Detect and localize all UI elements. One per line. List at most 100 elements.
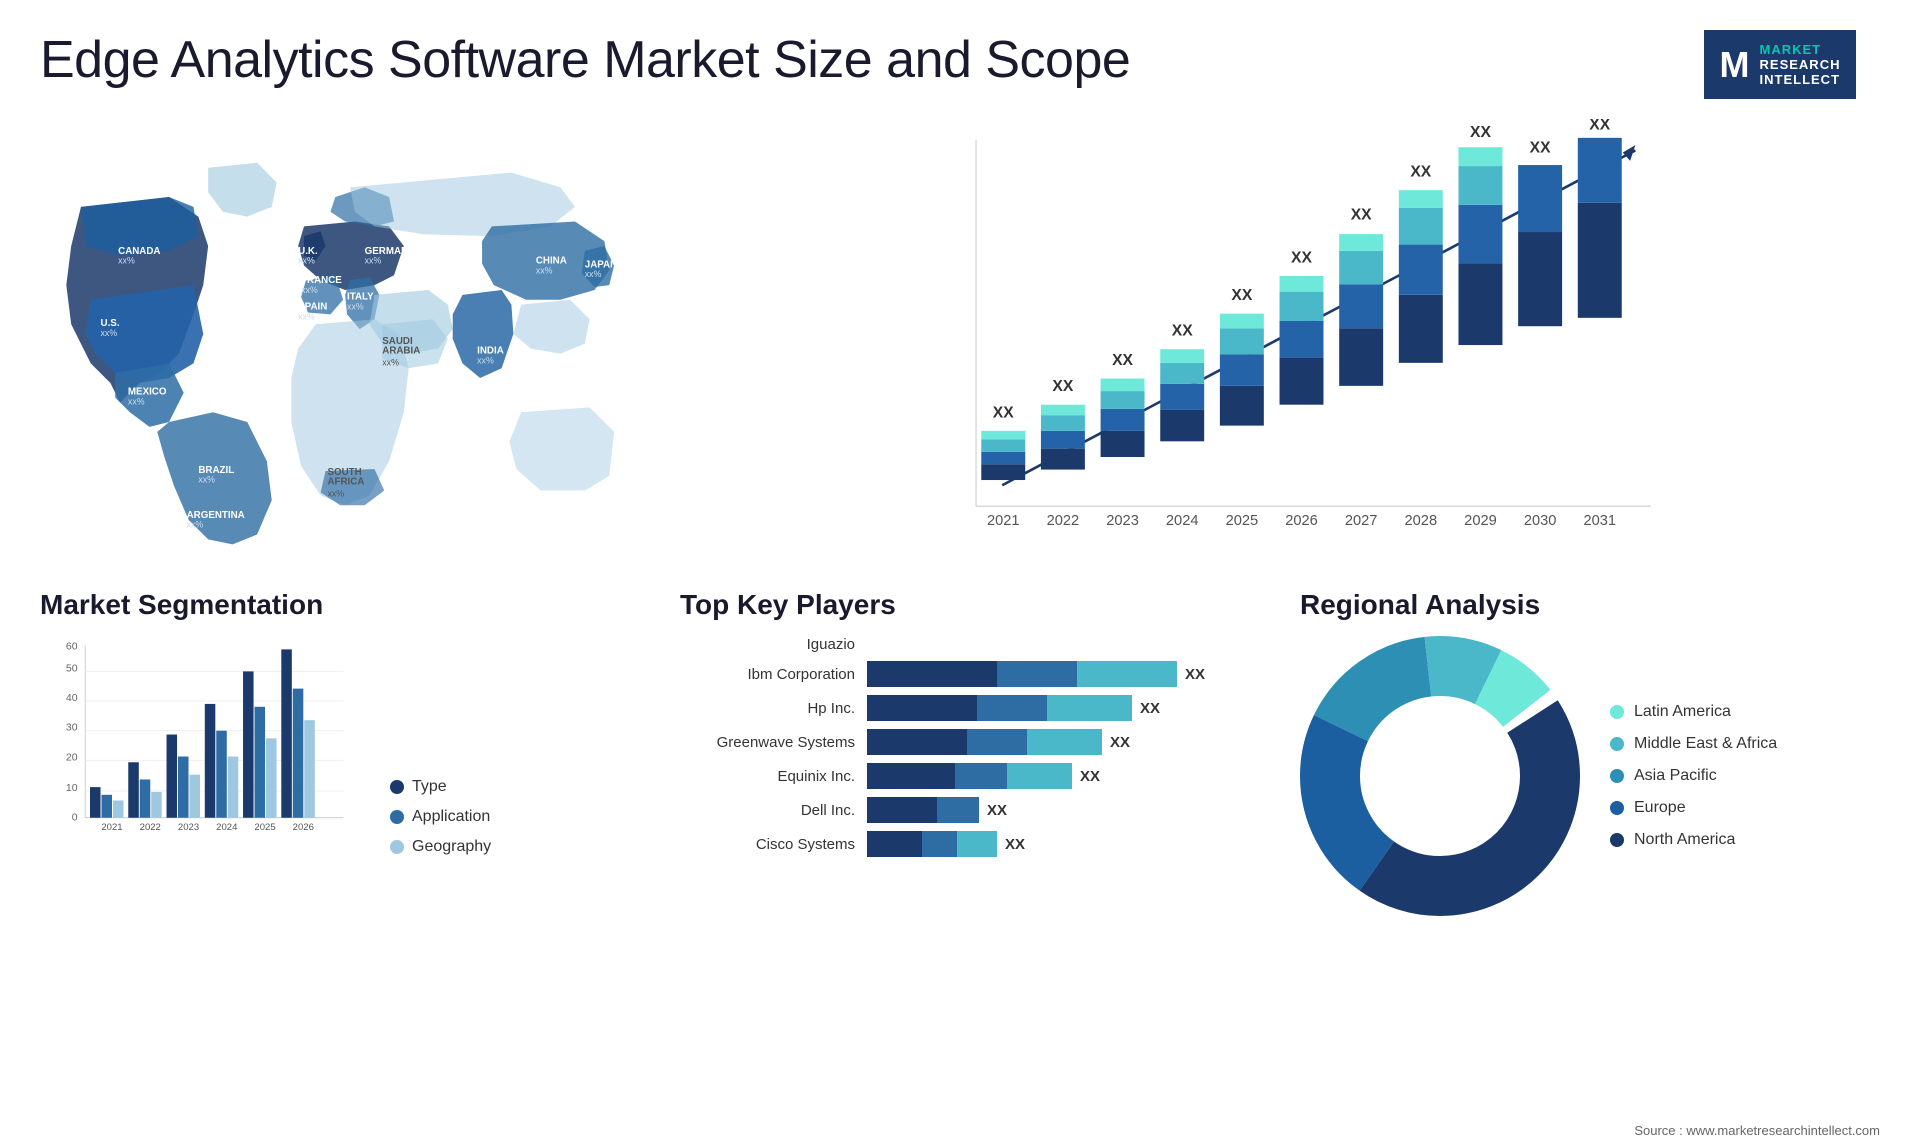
regional-title: Regional Analysis [1300,589,1920,621]
player-bar-cisco: XX [867,831,1025,857]
player-name-cisco: Cisco Systems [680,836,855,853]
svg-text:2026: 2026 [293,822,314,833]
svg-text:2025: 2025 [254,822,275,833]
logo-letter: M [1720,44,1750,86]
legend-north-america: North America [1610,831,1777,849]
svg-text:40: 40 [66,692,78,704]
svg-text:xx%: xx% [101,328,118,338]
svg-text:xx%: xx% [198,475,215,485]
legend-geography: Geography [390,838,491,856]
legend-dot-geo [390,840,404,854]
svg-text:2023: 2023 [178,822,199,833]
player-name-dell: Dell Inc. [680,802,855,819]
legend-latin-america: Latin America [1610,703,1777,721]
svg-text:xx%: xx% [477,355,494,365]
bar-2021-seg1 [981,464,1025,480]
svg-text:XX: XX [1351,206,1372,223]
svg-text:60: 60 [66,640,78,652]
player-row-iguazio: Iguazio [680,636,1260,653]
svg-text:XX: XX [1530,139,1551,156]
svg-text:2028: 2028 [1405,513,1438,529]
svg-text:2022: 2022 [1047,513,1080,529]
player-row-hp: Hp Inc. XX [680,695,1260,721]
svg-text:2025: 2025 [1226,513,1259,529]
legend-label-app: Application [412,808,490,826]
legend-label-geo: Geography [412,838,491,856]
player-row-equinix: Equinix Inc. XX [680,763,1260,789]
svg-text:2024: 2024 [1166,513,1199,529]
donut-area: Latin America Middle East & Africa Asia … [1300,636,1920,916]
svg-text:2031: 2031 [1583,513,1616,529]
player-row-cisco: Cisco Systems XX [680,831,1260,857]
seg-chart-area: 0 10 20 30 40 50 60 [40,636,640,856]
svg-text:10: 10 [66,782,78,794]
svg-text:XX: XX [1470,124,1491,141]
svg-text:xx%: xx% [327,488,344,498]
seg-legend: Type Application Geography [390,778,491,856]
legend-europe-label: Europe [1634,799,1686,817]
header: Edge Analytics Software Market Size and … [0,0,1920,109]
player-row-ibm: Ibm Corporation XX [680,661,1260,687]
svg-text:2021: 2021 [101,822,122,833]
svg-text:xx%: xx% [301,285,318,295]
segmentation-section: Market Segmentation 0 10 20 30 40 50 60 [40,589,660,916]
bar-chart: XX 2021 XX 2022 XX 2023 XX 2024 [720,119,1860,569]
svg-text:20: 20 [66,751,78,763]
player-name-iguazio: Iguazio [680,636,855,653]
players-section: Top Key Players Iguazio Ibm Corporation [660,589,1280,916]
legend-dot-type [390,780,404,794]
svg-text:XX: XX [1589,119,1610,133]
svg-text:0: 0 [72,812,78,824]
svg-text:2029: 2029 [1464,513,1497,529]
trend-arrow [1623,145,1636,161]
player-bar-greenwave: XX [867,729,1130,755]
seg-chart-svg: 0 10 20 30 40 50 60 [40,636,360,856]
player-name-greenwave: Greenwave Systems [680,734,855,751]
logo-line3: INTELLECT [1760,72,1841,87]
legend-latin-label: Latin America [1634,703,1731,721]
segmentation-title: Market Segmentation [40,589,640,621]
player-bar-hp: XX [867,695,1160,721]
svg-text:xx%: xx% [298,311,315,321]
logo: M MARKET RESEARCH INTELLECT [1680,30,1880,99]
svg-text:XX: XX [1172,323,1193,340]
svg-text:xx%: xx% [585,269,602,279]
svg-text:50: 50 [66,662,78,674]
svg-text:XX: XX [993,404,1014,421]
svg-text:2026: 2026 [1285,513,1318,529]
world-map: CANADA xx% U.S. xx% MEXICO xx% BRAZIL xx… [40,109,660,559]
svg-text:xx%: xx% [118,256,135,266]
svg-text:2021: 2021 [987,513,1020,529]
svg-text:xx%: xx% [536,265,553,275]
svg-text:xx%: xx% [298,256,315,266]
svg-text:2022: 2022 [140,822,161,833]
legend-apac: Asia Pacific [1610,767,1777,785]
player-name-equinix: Equinix Inc. [680,768,855,785]
legend-mea-label: Middle East & Africa [1634,735,1777,753]
players-list: Iguazio Ibm Corporation XX [680,636,1260,857]
svg-text:XX: XX [1052,378,1073,395]
player-row-dell: Dell Inc. XX [680,797,1260,823]
svg-text:2030: 2030 [1524,513,1557,529]
svg-text:30: 30 [66,722,78,734]
svg-text:2027: 2027 [1345,513,1378,529]
svg-text:xx%: xx% [187,520,204,530]
content-area: CANADA xx% U.S. xx% MEXICO xx% BRAZIL xx… [0,109,1920,916]
legend-north-america-label: North America [1634,831,1735,849]
legend-apac-label: Asia Pacific [1634,767,1717,785]
bar-chart-section: XX 2021 XX 2022 XX 2023 XX 2024 [660,109,1880,579]
svg-text:xx%: xx% [382,357,399,367]
svg-text:xx%: xx% [347,302,364,312]
bar-2021-seg3 [981,439,1025,452]
bar-2021-seg4 [981,431,1025,439]
players-title: Top Key Players [680,589,1260,621]
legend-label-type: Type [412,778,447,796]
legend-type: Type [390,778,491,796]
svg-text:2023: 2023 [1106,513,1139,529]
logo-line1: MARKET [1760,42,1841,57]
logo-line2: RESEARCH [1760,57,1841,72]
regional-legend: Latin America Middle East & Africa Asia … [1610,703,1777,849]
legend-application: Application [390,808,491,826]
svg-text:xx%: xx% [365,256,382,266]
regional-section: Regional Analysis [1280,589,1920,916]
